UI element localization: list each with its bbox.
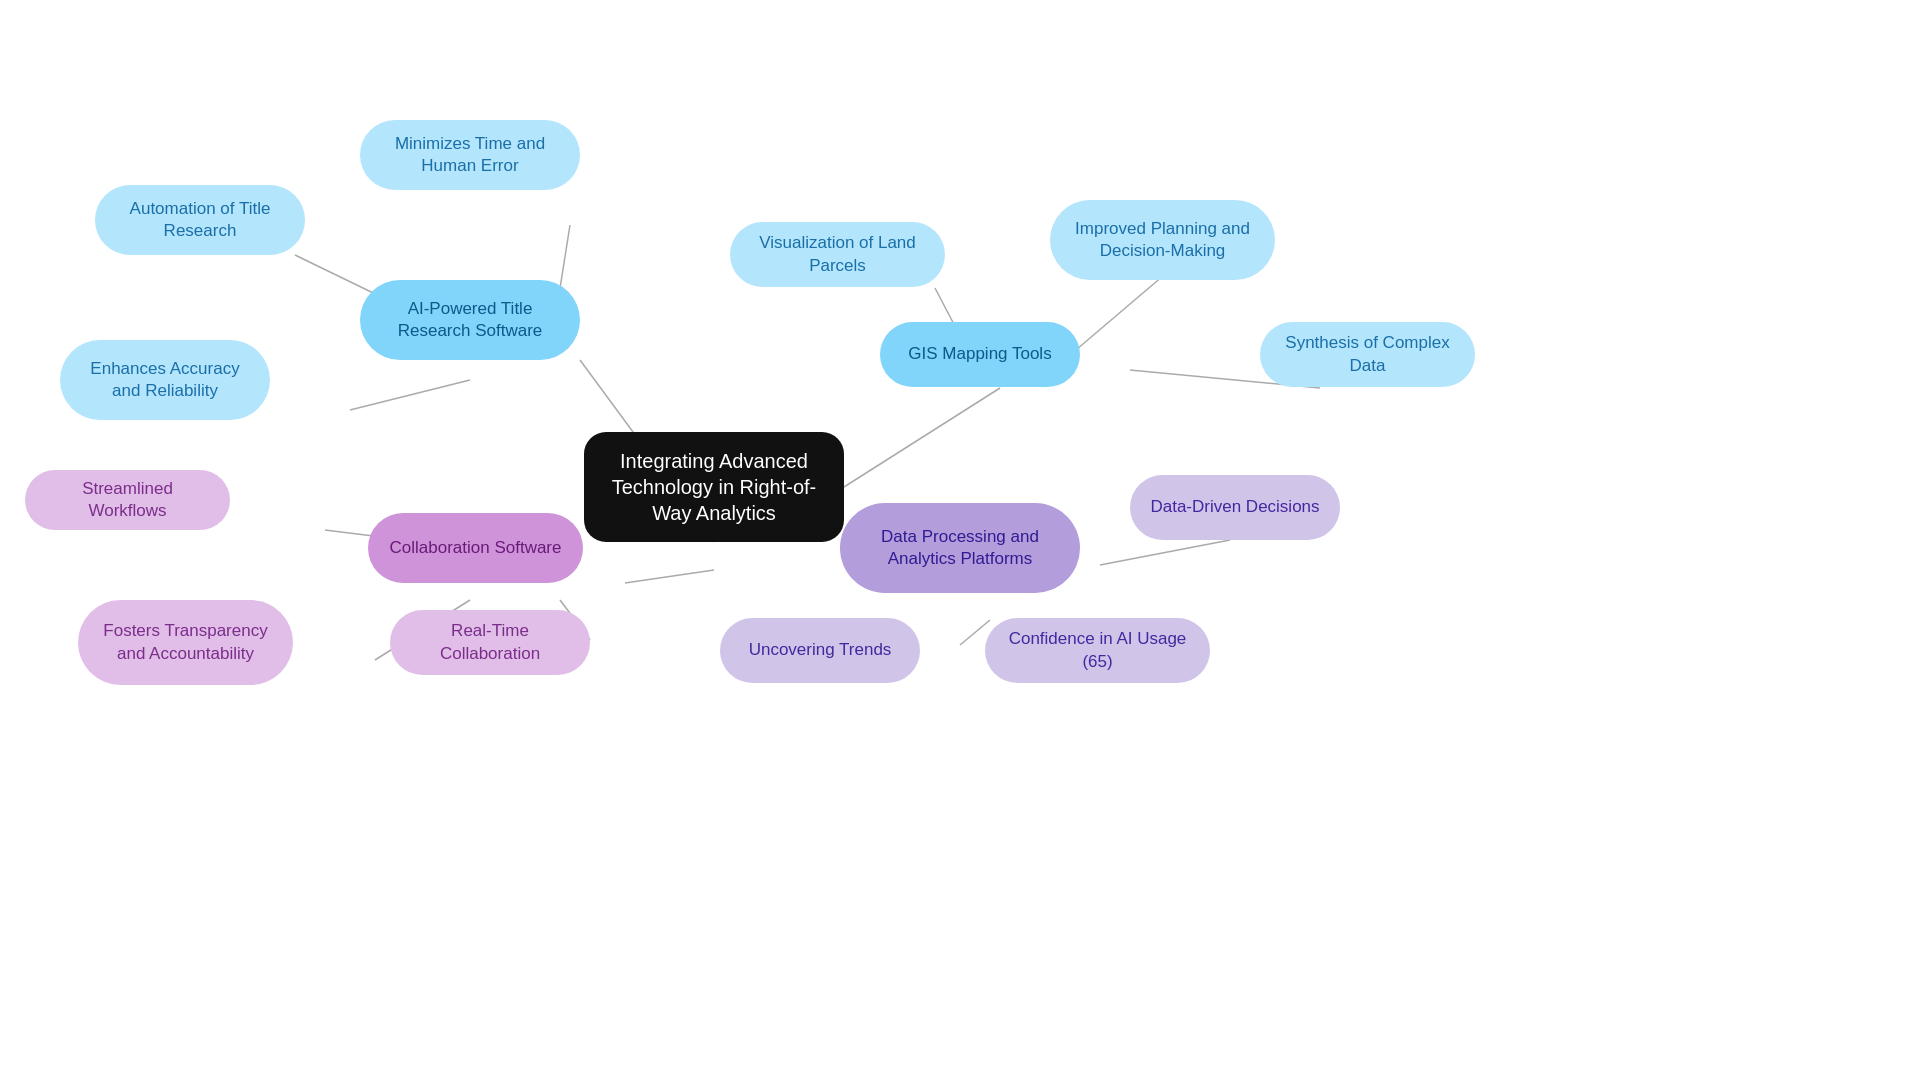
realtime-col-node: Real-Time Collaboration	[390, 610, 590, 675]
confidence-ai-node: Confidence in AI Usage (65)	[985, 618, 1210, 683]
foster-trans-node: Fosters Transparency and Accountability	[78, 600, 293, 685]
center-node: Integrating Advanced Technology in Right…	[584, 432, 844, 542]
svg-line-6	[1070, 270, 1170, 355]
vis-land-node: Visualization of Land Parcels	[730, 222, 945, 287]
uncover-trends-node: Uncovering Trends	[720, 618, 920, 683]
data-platform-node: Data Processing and Analytics Platforms	[840, 503, 1080, 593]
svg-line-8	[625, 570, 714, 583]
svg-line-4	[844, 388, 1000, 487]
collab-node: Collaboration Software	[368, 513, 583, 583]
stream-work-node: Streamlined Workflows	[25, 470, 230, 530]
ai-title-node: AI-Powered Title Research Software	[360, 280, 580, 360]
svg-line-3	[350, 380, 470, 410]
improved-plan-node: Improved Planning and Decision-Making	[1050, 200, 1275, 280]
auto-title-node: Automation of Title Research	[95, 185, 305, 255]
synth-complex-node: Synthesis of Complex Data	[1260, 322, 1475, 387]
svg-line-13	[1100, 540, 1230, 565]
data-driven-node: Data-Driven Decisions	[1130, 475, 1340, 540]
enhance-acc-node: Enhances Accuracy and Reliability	[60, 340, 270, 420]
gis-node: GIS Mapping Tools	[880, 322, 1080, 387]
min-time-node: Minimizes Time and Human Error	[360, 120, 580, 190]
